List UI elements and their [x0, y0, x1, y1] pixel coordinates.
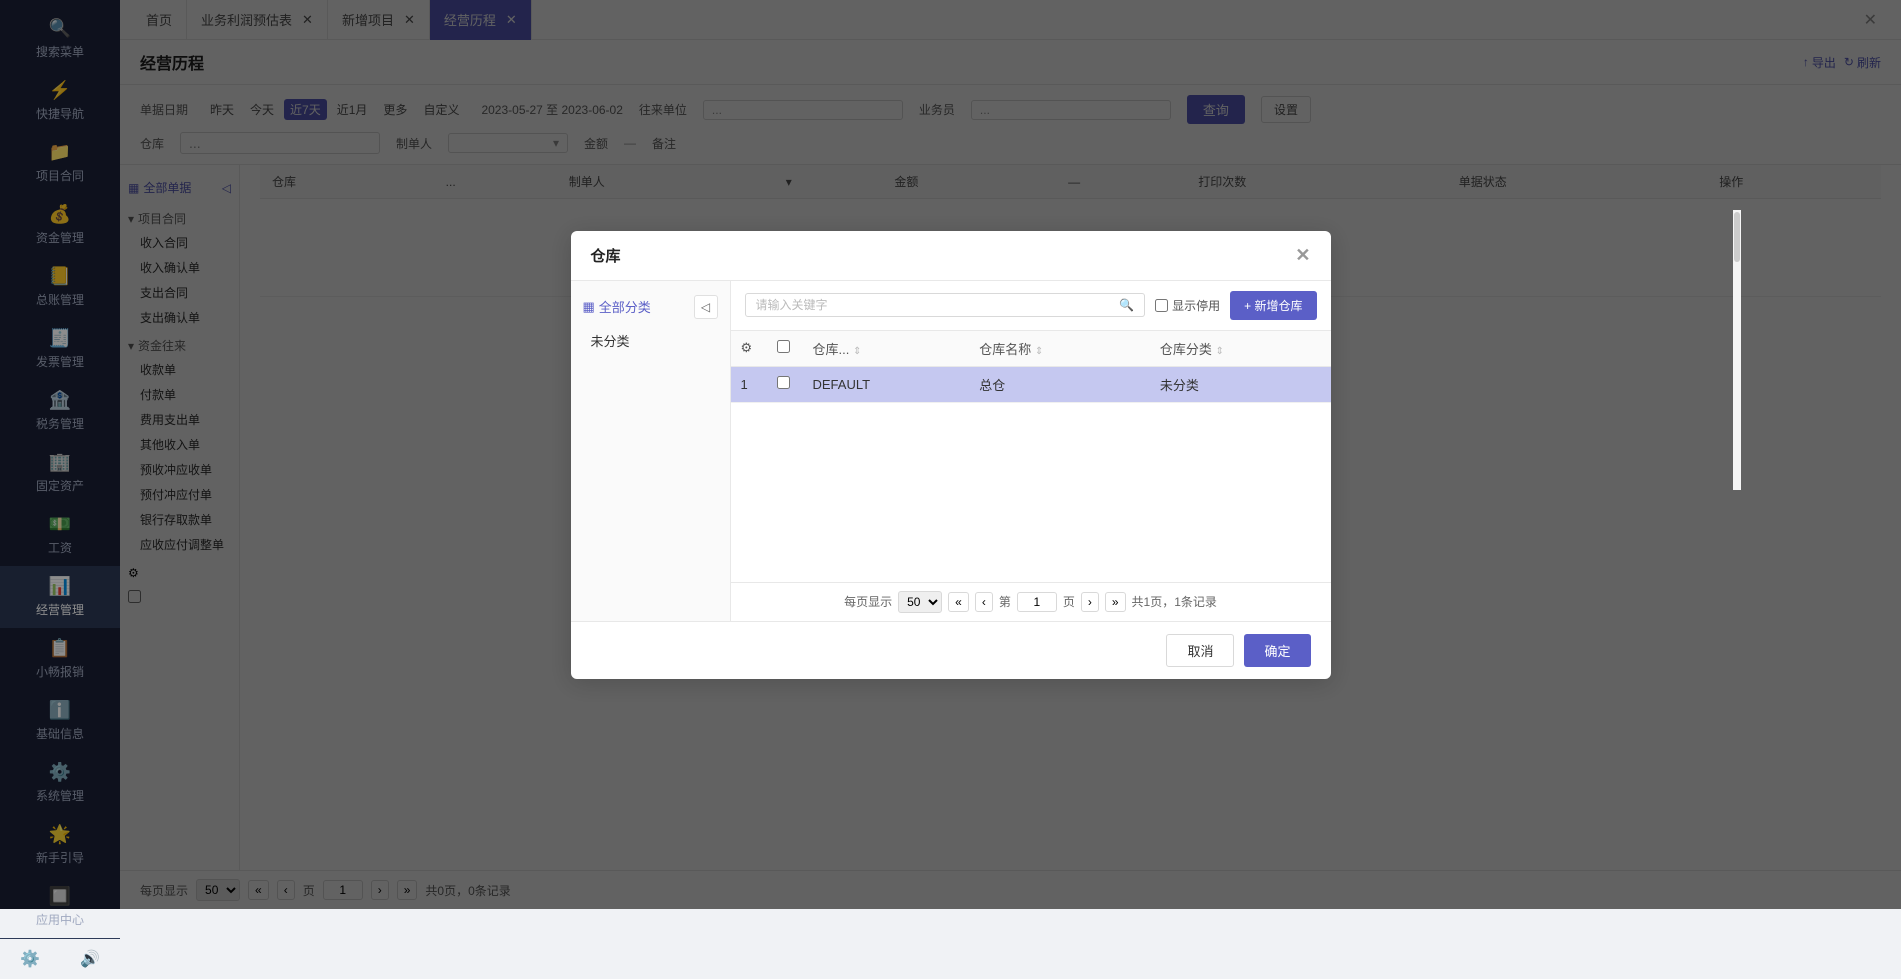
- col-warehouse-category: 仓库分类 ⇕: [1150, 331, 1331, 367]
- modal-search-input[interactable]: [756, 298, 1114, 312]
- settings-icon[interactable]: ⚙️: [20, 949, 40, 969]
- modal-page-label: 第: [999, 593, 1011, 610]
- show-disabled-checkbox[interactable]: [1155, 299, 1168, 312]
- col-warehouse-code: 仓库... ⇕: [803, 331, 970, 367]
- modal-all-categories[interactable]: ▦ 全部分类 ◁: [571, 289, 730, 325]
- modal-title: 仓库: [591, 245, 1296, 266]
- sort-arrows-cat: ⇕: [1215, 346, 1223, 357]
- modal-last-page-button[interactable]: »: [1105, 592, 1126, 612]
- modal-confirm-button[interactable]: 确定: [1244, 634, 1310, 667]
- grid-icon2: ▦: [583, 299, 595, 315]
- all-categories-label: 全部分类: [599, 297, 651, 316]
- warehouse-modal: 仓库 ✕ ▦ 全部分类 ◁ 未分类: [571, 231, 1331, 679]
- modal-cancel-button[interactable]: 取消: [1166, 634, 1234, 667]
- modal-toolbar: 🔍 显示停用 + 新增仓库: [731, 281, 1331, 331]
- modal-category-unclassified[interactable]: 未分类: [571, 325, 730, 356]
- modal-warehouse-table: ⚙ 仓库... ⇕ 仓库名称: [731, 331, 1331, 403]
- modal-page-size-label: 每页显示: [844, 593, 892, 610]
- category-collapse-button[interactable]: ◁: [694, 295, 718, 319]
- modal-pagination: 每页显示 50 « ‹ 第 页 › » 共1页，1条记录: [731, 582, 1331, 621]
- row-code: DEFAULT: [803, 366, 970, 402]
- left-scrollbar-thumb: [1734, 212, 1740, 262]
- modal-search-icon: 🔍: [1119, 298, 1134, 312]
- modal-search-box[interactable]: 🔍: [745, 293, 1146, 317]
- col-warehouse-name: 仓库名称 ⇕: [969, 331, 1150, 367]
- add-warehouse-button[interactable]: + 新增仓库: [1230, 291, 1316, 320]
- modal-table-wrapper: ⚙ 仓库... ⇕ 仓库名称: [731, 331, 1331, 582]
- col-settings: ⚙: [731, 331, 767, 367]
- settings-gear-icon: ⚙: [741, 340, 753, 355]
- modal-overlay: 仓库 ✕ ▦ 全部分类 ◁ 未分类: [0, 0, 1901, 909]
- modal-close-button[interactable]: ✕: [1295, 245, 1310, 266]
- sidebar-item-label: 应用中心: [36, 911, 84, 928]
- modal-next-page-button[interactable]: ›: [1081, 592, 1099, 612]
- table-row[interactable]: 1 DEFAULT 总仓 未分类: [731, 366, 1331, 402]
- modal-prev-page-button[interactable]: ‹: [975, 592, 993, 612]
- sort-arrows-code: ⇕: [853, 346, 861, 357]
- modal-total-info: 共1页，1条记录: [1132, 593, 1217, 610]
- row-checkbox: [767, 366, 803, 402]
- modal-page-size-select[interactable]: 50: [898, 591, 942, 613]
- sort-arrows-name: ⇕: [1035, 346, 1043, 357]
- audio-icon[interactable]: 🔊: [80, 949, 100, 969]
- modal-page-suffix: 页: [1063, 593, 1075, 610]
- row-category: 未分类: [1150, 366, 1331, 402]
- col-select: [767, 331, 803, 367]
- row-select-checkbox[interactable]: [777, 376, 790, 389]
- modal-footer: 取消 确定: [571, 621, 1331, 679]
- left-scrollbar[interactable]: [1733, 210, 1741, 490]
- row-name: 总仓: [969, 366, 1150, 402]
- modal-first-page-button[interactable]: «: [948, 592, 969, 612]
- modal-category-panel: ▦ 全部分类 ◁ 未分类: [571, 281, 731, 621]
- show-disabled-label[interactable]: 显示停用: [1155, 297, 1220, 314]
- modal-body: ▦ 全部分类 ◁ 未分类 🔍: [571, 281, 1331, 621]
- row-settings: 1: [731, 366, 767, 402]
- modal-header: 仓库 ✕: [571, 231, 1331, 281]
- select-all-modal-checkbox[interactable]: [777, 340, 790, 353]
- modal-page-number-input[interactable]: [1017, 592, 1057, 612]
- sidebar-bottom: ⚙️ 🔊: [0, 938, 120, 979]
- modal-table-panel: 🔍 显示停用 + 新增仓库 ⚙: [731, 281, 1331, 621]
